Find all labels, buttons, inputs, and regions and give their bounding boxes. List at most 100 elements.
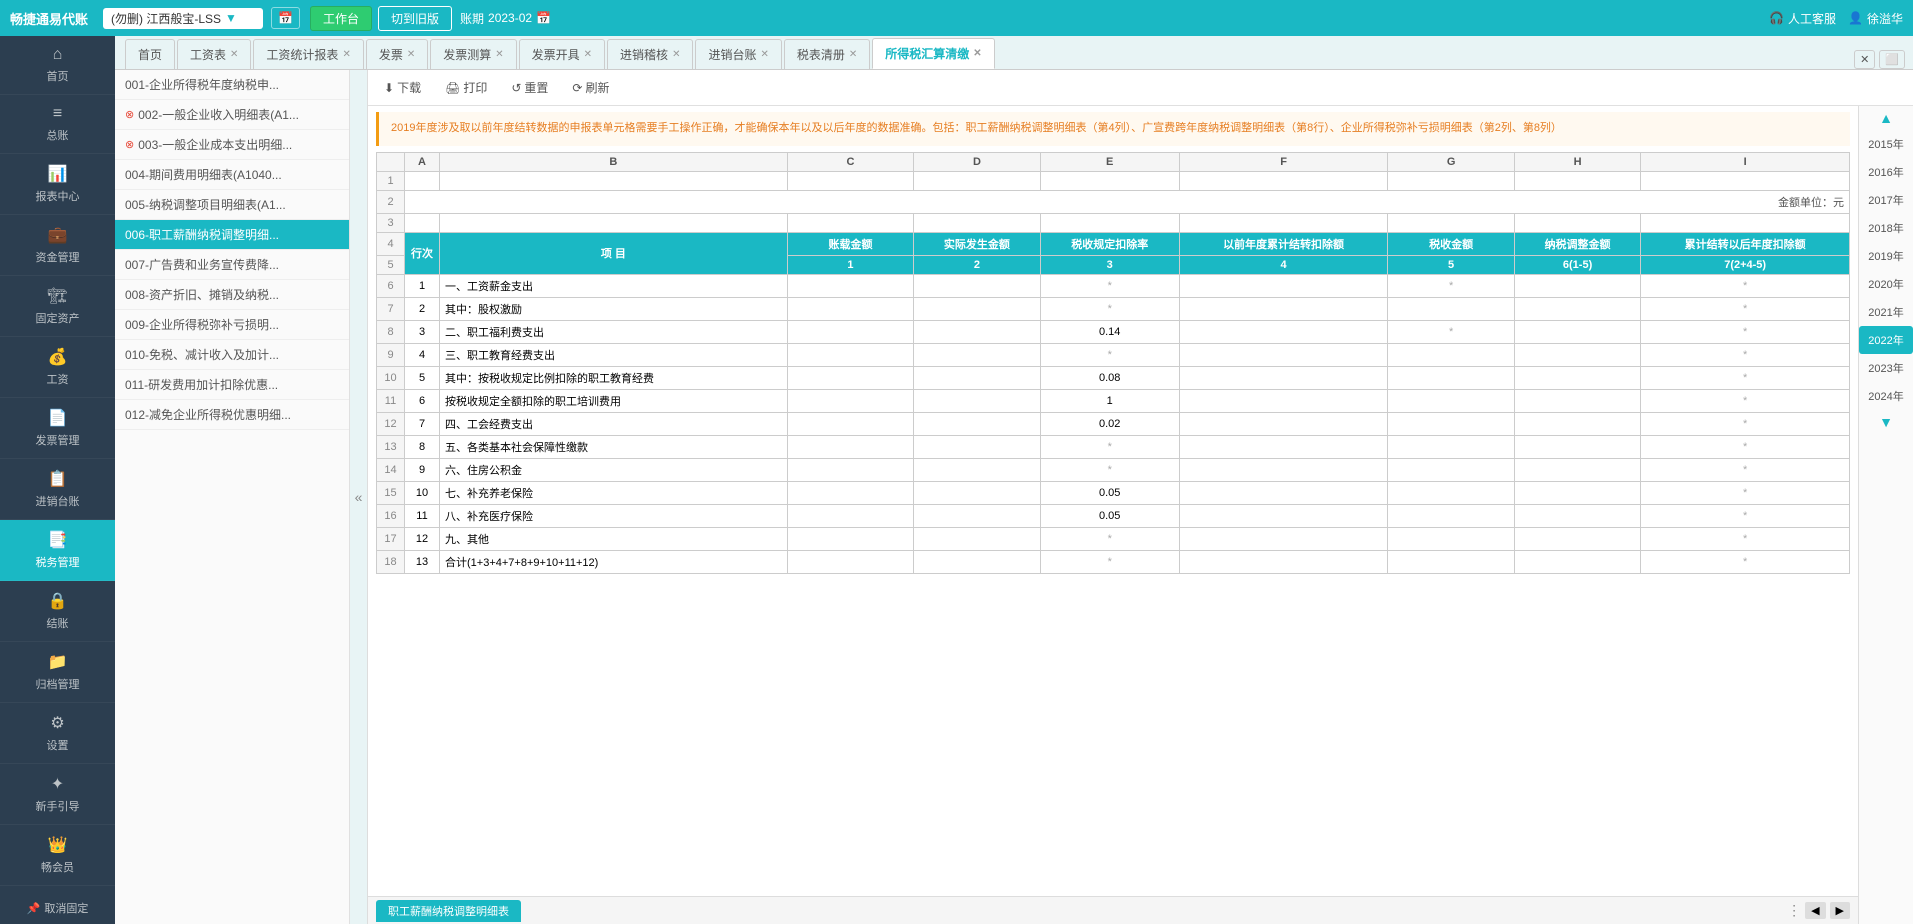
cell-e-9[interactable]: * [1040,343,1179,366]
cell-h-12[interactable] [1514,412,1640,435]
cut-old-button[interactable]: 切到旧版 [378,6,452,31]
company-selector[interactable]: (勿删) 江西般宝-LSS ▼ [103,8,263,29]
left-item-012[interactable]: 012-减免企业所得税优惠明细... [115,400,349,430]
cell-h-18[interactable] [1514,550,1640,573]
sidebar-item-close[interactable]: 🔒结账 [0,581,115,642]
row-name[interactable]: 一、工资薪金支出 [440,274,788,297]
year-item-2017年[interactable]: 2017年 [1859,186,1913,214]
cell-f-8[interactable] [1179,320,1388,343]
cell-c-7[interactable] [787,297,913,320]
left-item-002[interactable]: ⊗002-一般企业收入明细表(A1... [115,100,349,130]
year-item-2022年[interactable]: 2022年 [1859,326,1913,354]
cell-g-15[interactable] [1388,481,1514,504]
scroll-right-button[interactable]: ▶ [1830,902,1850,919]
cell-h-11[interactable] [1514,389,1640,412]
cell-e-14[interactable]: * [1040,458,1179,481]
tab-close-in_check[interactable]: ✕ [672,49,680,60]
cell-i-15[interactable]: * [1641,481,1850,504]
cell-g-6[interactable]: * [1388,274,1514,297]
cell-e-16[interactable]: 0.05 [1040,504,1179,527]
tab-invoice_open[interactable]: 发票开具✕ [519,39,605,69]
cell-d-16[interactable] [914,504,1040,527]
year-item-2023年[interactable]: 2023年 [1859,354,1913,382]
cell-c-6[interactable] [787,274,913,297]
refresh-button[interactable]: ⟳ 刷新 [566,76,615,99]
year-item-2021年[interactable]: 2021年 [1859,298,1913,326]
period-calendar-icon[interactable]: 📅 [536,11,551,25]
cell-e-13[interactable]: * [1040,435,1179,458]
year-scroll-up[interactable]: ▲ [1875,106,1897,130]
left-item-005[interactable]: 005-纳税调整项目明细表(A1... [115,190,349,220]
cell-c-10[interactable] [787,366,913,389]
cell-e-7[interactable]: * [1040,297,1179,320]
cell-h-16[interactable] [1514,504,1640,527]
cell-e-8[interactable]: 0.14 [1040,320,1179,343]
cell-f-9[interactable] [1179,343,1388,366]
row-name[interactable]: 三、职工教育经费支出 [440,343,788,366]
print-button[interactable]: 🖨 打印 [439,76,493,99]
cell-f-10[interactable] [1179,366,1388,389]
sidebar-item-member[interactable]: 👑畅会员 [0,825,115,886]
tab-close-in_ledger[interactable]: ✕ [760,49,768,60]
cell-g-8[interactable]: * [1388,320,1514,343]
tab-close-invoice[interactable]: ✕ [407,49,415,60]
cell-e-15[interactable]: 0.05 [1040,481,1179,504]
tab-invoice[interactable]: 发票✕ [366,39,428,69]
cell-e-12[interactable]: 0.02 [1040,412,1179,435]
year-item-2015年[interactable]: 2015年 [1859,130,1913,158]
download-button[interactable]: ⬇ 下载 [378,76,427,99]
left-item-004[interactable]: 004-期间费用明细表(A1040... [115,160,349,190]
cell-f-13[interactable] [1179,435,1388,458]
sidebar-item-report[interactable]: 📊报表中心 [0,154,115,215]
sidebar-item-ledger[interactable]: ≡总账 [0,95,115,154]
row-name[interactable]: 九、其他 [440,527,788,550]
cell-g-7[interactable] [1388,297,1514,320]
cell-d-14[interactable] [914,458,1040,481]
cell-h-17[interactable] [1514,527,1640,550]
left-item-011[interactable]: 011-研发费用加计扣除优惠... [115,370,349,400]
cell-d-9[interactable] [914,343,1040,366]
tab-in_ledger[interactable]: 进销台账✕ [695,39,781,69]
cell-c-13[interactable] [787,435,913,458]
left-item-006[interactable]: 006-职工薪酬纳税调整明细... [115,220,349,250]
cell-f-11[interactable] [1179,389,1388,412]
row-name[interactable]: 合计(1+3+4+7+8+9+10+11+12) [440,550,788,573]
left-item-001[interactable]: 001-企业所得税年度纳税申... [115,70,349,100]
cell-i-9[interactable]: * [1641,343,1850,366]
tab-income_tax[interactable]: 所得税汇算清缴✕ [872,38,994,69]
cell-i-13[interactable]: * [1641,435,1850,458]
cell-c-14[interactable] [787,458,913,481]
cell-c-16[interactable] [787,504,913,527]
cell-f-12[interactable] [1179,412,1388,435]
year-item-2019年[interactable]: 2019年 [1859,242,1913,270]
cell-g-16[interactable] [1388,504,1514,527]
tab-close-income_tax[interactable]: ✕ [973,48,981,59]
cell-g-11[interactable] [1388,389,1514,412]
cell-g-10[interactable] [1388,366,1514,389]
cell-i-10[interactable]: * [1641,366,1850,389]
row-name[interactable]: 二、职工福利费支出 [440,320,788,343]
cell-f-15[interactable] [1179,481,1388,504]
collapse-panel-button[interactable]: « [350,70,368,924]
tab-payroll[interactable]: 工资表✕ [177,39,251,69]
cell-i-8[interactable]: * [1641,320,1850,343]
spreadsheet-container[interactable]: ABCDEFGHI12金额单位：元34行次项 目账载金额实际发生金额税收规定扣除… [368,152,1858,896]
cell-d-15[interactable] [914,481,1040,504]
cell-c-8[interactable] [787,320,913,343]
customer-service-button[interactable]: 🎧 人工客服 [1769,10,1836,27]
cell-c-9[interactable] [787,343,913,366]
cell-d-13[interactable] [914,435,1040,458]
cell-i-6[interactable]: * [1641,274,1850,297]
cell-f-16[interactable] [1179,504,1388,527]
sidebar-item-settings[interactable]: ⚙设置 [0,703,115,764]
row-name[interactable]: 其中：按税收规定比例扣除的职工教育经费 [440,366,788,389]
cell-f-14[interactable] [1179,458,1388,481]
workbench-button[interactable]: 工作台 [310,6,372,31]
row-name[interactable]: 五、各类基本社会保障性缴款 [440,435,788,458]
cell-h-15[interactable] [1514,481,1640,504]
cell-c-18[interactable] [787,550,913,573]
cell-d-8[interactable] [914,320,1040,343]
sidebar-item-fixed[interactable]: 🏗固定资产 [0,276,115,337]
cell-g-9[interactable] [1388,343,1514,366]
sidebar-item-archive[interactable]: 📁归档管理 [0,642,115,703]
